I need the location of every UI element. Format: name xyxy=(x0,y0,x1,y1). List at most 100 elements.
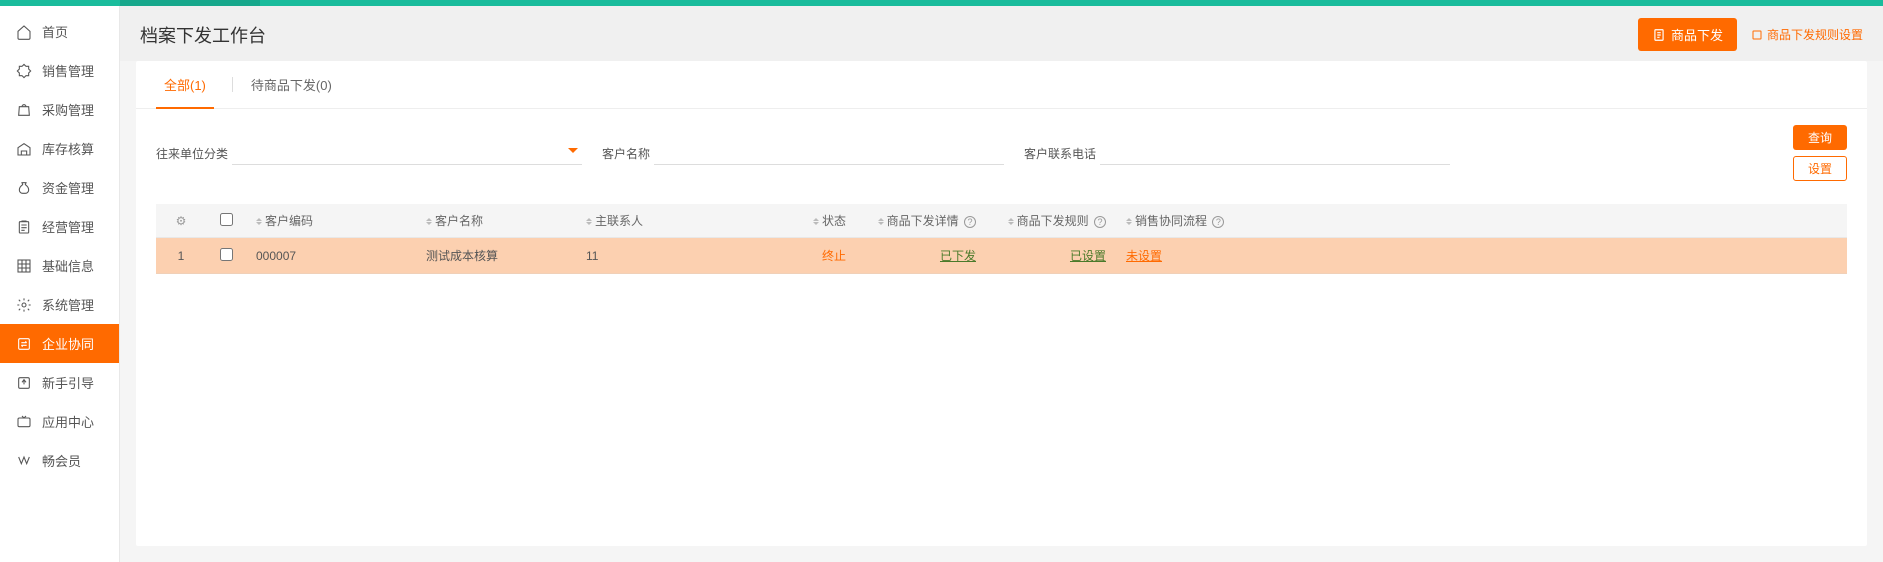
sidebar-item-home[interactable]: 首页 xyxy=(0,12,119,51)
filter-category-label: 往来单位分类 xyxy=(156,145,228,162)
th-code[interactable]: 客户编码 xyxy=(246,204,416,238)
sidebar: 首页 销售管理 采购管理 库存核算 资金管理 经营管理 基础信息 系统管理 企业… xyxy=(0,0,120,562)
sort-icon xyxy=(426,218,432,225)
rocket-icon xyxy=(16,375,32,391)
sidebar-item-label: 销售管理 xyxy=(42,61,94,80)
gear-icon: ⚙ xyxy=(176,214,187,228)
table-header-row: ⚙ 客户编码 客户名称 主联系人 状态 商品下发详情 ? 商品下发规则 ? 销售… xyxy=(156,204,1847,238)
sort-icon xyxy=(878,218,884,225)
exchange-icon xyxy=(16,336,32,352)
vip-icon xyxy=(16,453,32,469)
settings-button[interactable]: 设置 xyxy=(1793,156,1847,181)
sort-icon xyxy=(586,218,592,225)
tab-pending[interactable]: 待商品下发(0) xyxy=(243,61,340,108)
filter-category: 往来单位分类 xyxy=(156,142,582,165)
sidebar-item-finance[interactable]: 资金管理 xyxy=(0,168,119,207)
sidebar-item-member[interactable]: 畅会员 xyxy=(0,441,119,480)
sidebar-item-label: 采购管理 xyxy=(42,100,94,119)
table-row: 1 000007 测试成本核算 11 终止 已下发 已设置 未设置 xyxy=(156,238,1847,274)
filter-name-label: 客户名称 xyxy=(602,145,650,162)
sidebar-item-label: 应用中心 xyxy=(42,412,94,431)
sidebar-item-management[interactable]: 经营管理 xyxy=(0,207,119,246)
sidebar-item-label: 经营管理 xyxy=(42,217,94,236)
page-title: 档案下发工作台 xyxy=(140,22,266,48)
cell-detail: 已下发 xyxy=(856,238,986,274)
th-status[interactable]: 状态 xyxy=(736,204,856,238)
cell-code: 000007 xyxy=(246,238,416,274)
cell-rule: 已设置 xyxy=(986,238,1116,274)
cell-flow: 未设置 xyxy=(1116,238,1847,274)
sidebar-item-sales[interactable]: 销售管理 xyxy=(0,51,119,90)
grid-icon xyxy=(16,258,32,274)
sidebar-item-label: 资金管理 xyxy=(42,178,94,197)
filter-customer-name: 客户名称 xyxy=(602,142,1004,165)
sidebar-item-inventory[interactable]: 库存核算 xyxy=(0,129,119,168)
rules-link-label: 商品下发规则设置 xyxy=(1767,26,1863,43)
sort-icon xyxy=(1008,218,1014,225)
sidebar-item-appcenter[interactable]: 应用中心 xyxy=(0,402,119,441)
money-bag-icon xyxy=(16,180,32,196)
help-icon[interactable]: ? xyxy=(1094,216,1106,228)
sidebar-item-baseinfo[interactable]: 基础信息 xyxy=(0,246,119,285)
sidebar-item-system[interactable]: 系统管理 xyxy=(0,285,119,324)
tab-all[interactable]: 全部(1) xyxy=(156,61,214,108)
detail-link[interactable]: 已下发 xyxy=(940,249,976,263)
settings-icon xyxy=(1751,29,1763,41)
sidebar-item-label: 首页 xyxy=(42,22,68,41)
top-accent-bar xyxy=(0,0,1883,6)
sort-icon xyxy=(813,218,819,225)
distribute-button-label: 商品下发 xyxy=(1671,25,1723,44)
sort-icon xyxy=(1126,218,1132,225)
th-detail[interactable]: 商品下发详情 ? xyxy=(856,204,986,238)
search-button[interactable]: 查询 xyxy=(1793,125,1847,150)
table-wrap: ⚙ 客户编码 客户名称 主联系人 状态 商品下发详情 ? 商品下发规则 ? 销售… xyxy=(136,204,1867,274)
distribute-button[interactable]: 商品下发 xyxy=(1638,18,1737,51)
document-icon xyxy=(1652,28,1666,42)
th-checkbox xyxy=(206,204,246,238)
header-actions: 商品下发 商品下发规则设置 xyxy=(1638,18,1863,51)
th-flow[interactable]: 销售协同流程 ? xyxy=(1116,204,1847,238)
badge-icon xyxy=(16,63,32,79)
th-name[interactable]: 客户名称 xyxy=(416,204,576,238)
home-icon xyxy=(16,24,32,40)
sidebar-item-label: 基础信息 xyxy=(42,256,94,275)
data-table: ⚙ 客户编码 客户名称 主联系人 状态 商品下发详情 ? 商品下发规则 ? 销售… xyxy=(156,204,1847,274)
page-header: 档案下发工作台 商品下发 商品下发规则设置 xyxy=(120,6,1883,61)
sidebar-item-label: 库存核算 xyxy=(42,139,94,158)
cell-index: 1 xyxy=(156,238,206,274)
tv-icon xyxy=(16,414,32,430)
rule-link[interactable]: 已设置 xyxy=(1070,249,1106,263)
cell-checkbox xyxy=(206,238,246,274)
row-checkbox[interactable] xyxy=(220,248,233,261)
clipboard-icon xyxy=(16,219,32,235)
flow-link[interactable]: 未设置 xyxy=(1126,249,1162,263)
filter-phone-input[interactable] xyxy=(1100,142,1450,165)
help-icon[interactable]: ? xyxy=(964,216,976,228)
th-gear[interactable]: ⚙ xyxy=(156,204,206,238)
cell-name: 测试成本核算 xyxy=(416,238,576,274)
cell-status: 终止 xyxy=(736,238,856,274)
rules-link[interactable]: 商品下发规则设置 xyxy=(1751,26,1863,43)
sidebar-item-guide[interactable]: 新手引导 xyxy=(0,363,119,402)
select-all-checkbox[interactable] xyxy=(220,213,233,226)
filter-category-select[interactable] xyxy=(232,142,582,165)
gear-icon xyxy=(16,297,32,313)
tab-separator xyxy=(232,77,233,92)
help-icon[interactable]: ? xyxy=(1212,216,1224,228)
filter-actions: 查询 设置 xyxy=(1793,125,1847,181)
sidebar-item-purchase[interactable]: 采购管理 xyxy=(0,90,119,129)
sidebar-item-label: 系统管理 xyxy=(42,295,94,314)
th-contact[interactable]: 主联系人 xyxy=(576,204,736,238)
cell-contact: 11 xyxy=(576,238,736,274)
sidebar-item-label: 畅会员 xyxy=(42,451,81,470)
filter-name-input[interactable] xyxy=(654,142,1004,165)
filter-phone-label: 客户联系电话 xyxy=(1024,145,1096,162)
sidebar-item-label: 企业协同 xyxy=(42,334,94,353)
sidebar-item-collaboration[interactable]: 企业协同 xyxy=(0,324,119,363)
filter-row: 往来单位分类 客户名称 客户联系电话 查询 设置 xyxy=(136,109,1867,204)
main-content: 档案下发工作台 商品下发 商品下发规则设置 全部(1) 待商品下发(0) 往来单… xyxy=(120,6,1883,562)
bag-icon xyxy=(16,102,32,118)
filter-customer-phone: 客户联系电话 xyxy=(1024,142,1450,165)
sidebar-item-label: 新手引导 xyxy=(42,373,94,392)
th-rule[interactable]: 商品下发规则 ? xyxy=(986,204,1116,238)
